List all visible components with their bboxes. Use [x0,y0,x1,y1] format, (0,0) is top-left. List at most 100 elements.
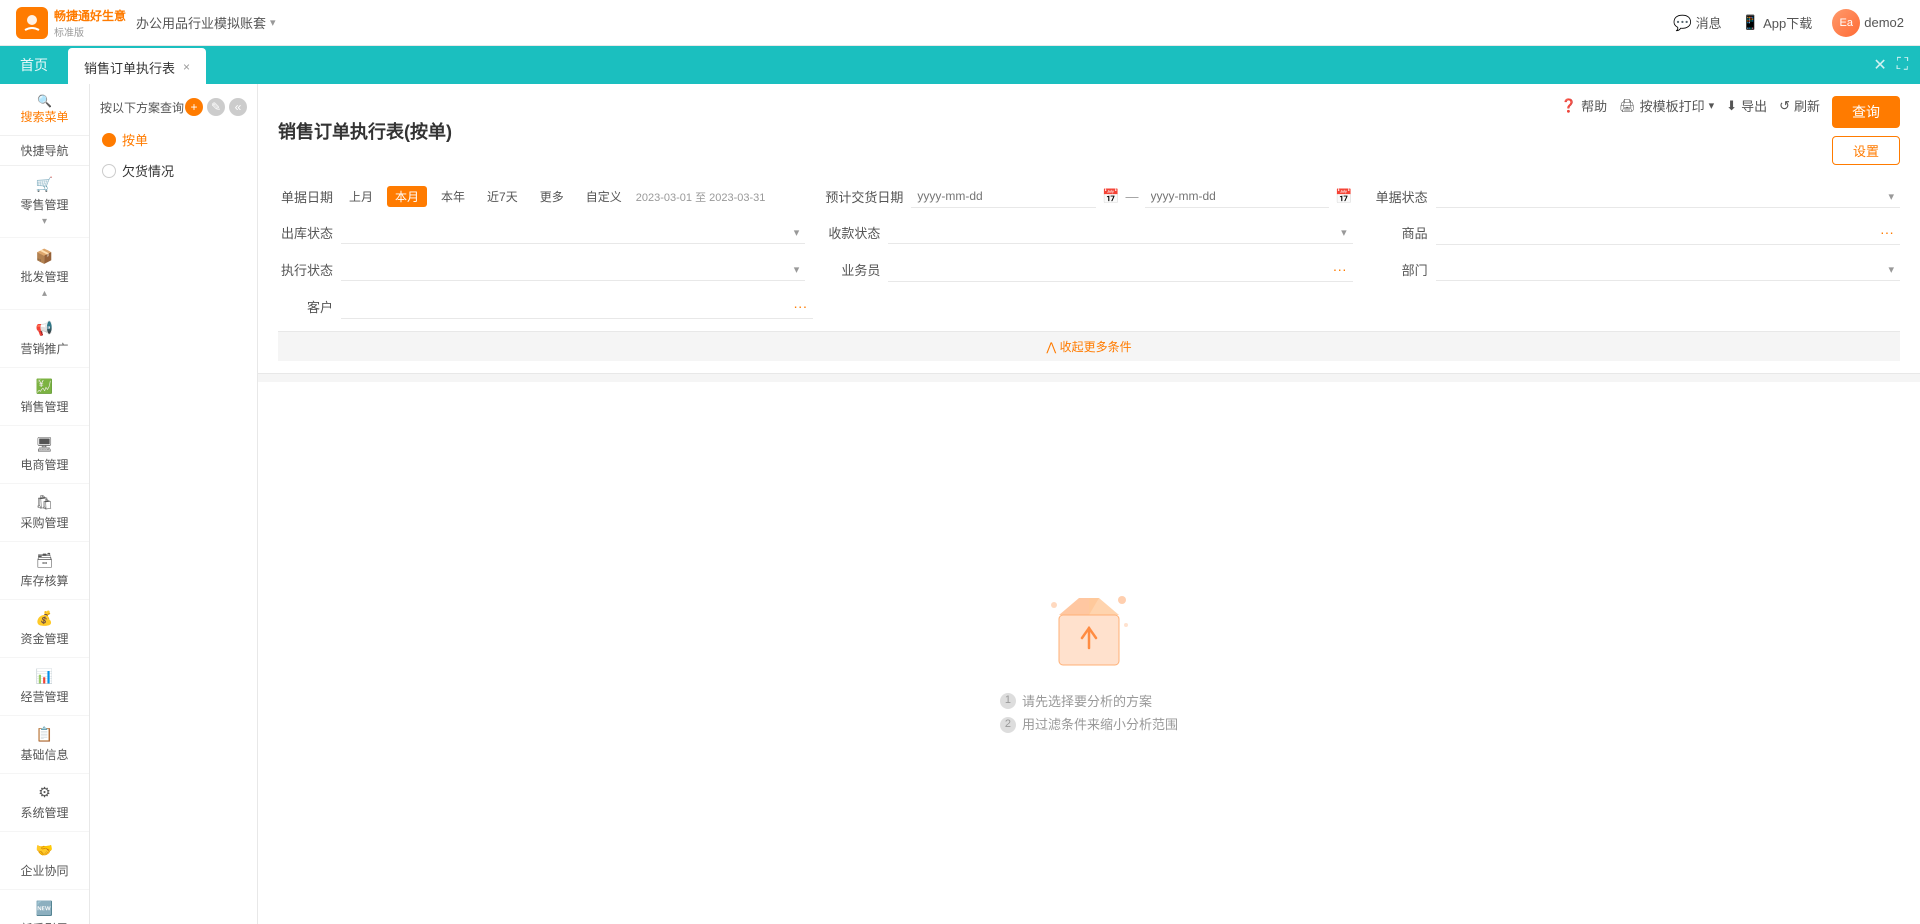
window-close-button[interactable]: ✕ [1873,55,1886,75]
message-icon: 💬 [1673,14,1692,32]
dept-dropdown[interactable]: ▾ [1436,259,1900,281]
status-dropdown[interactable]: ▾ [1436,186,1900,208]
goods-ellipsis-button[interactable]: ··· [1880,224,1894,240]
filter-customer-field: 客户 ··· [278,294,813,319]
date-btn-custom[interactable]: 自定义 [578,186,630,207]
operations-icon: 📊 [36,668,53,685]
query-settings-area: 查询 设置 [1832,96,1900,165]
date-range-text: 2023-03-01 至 2023-03-31 [636,189,766,205]
salesperson-ellipsis-button[interactable]: ··· [1333,261,1347,277]
calendar-end-icon[interactable]: 📅 [1335,188,1352,205]
empty-tip-1: 1 请先选择要分析的方案 [1000,690,1178,713]
add-scheme-button[interactable]: + [185,98,203,116]
app-download-icon: 📱 [1742,14,1759,31]
sidebar-item-finance[interactable]: 💰 资金管理 [0,600,89,658]
title-actions: ❓ 帮助 🖨 按模板打印 ▾ ⬇ 导出 [1561,96,1820,115]
sidebar-item-marketing[interactable]: 📢 营销推广 [0,310,89,368]
salesperson-input[interactable] [894,262,1332,277]
sidebar-item-ecommerce[interactable]: 🖥 电商管理 [0,426,89,484]
tab-sales-order[interactable]: 销售订单执行表 × [68,48,206,86]
sidebar-item-system[interactable]: ⚙ 系统管理 [0,774,89,832]
salesperson-input-area: ··· [888,257,1352,282]
date-btn-this-month[interactable]: 本月 [387,186,427,207]
customer-input[interactable] [347,299,793,314]
status-label: 单据状态 [1373,187,1428,206]
ecommerce-icon: 🖥 [36,436,54,453]
date-btn-7days[interactable]: 近7天 [479,186,526,207]
sidebar-item-retail[interactable]: 🛒 零售管理 ▾ [0,166,89,238]
filter-exec-field: 执行状态 ▾ [278,259,805,281]
export-icon: ⬇ [1726,98,1737,114]
app-download-button[interactable]: 📱 App下载 [1742,13,1813,32]
sidebar-item-wholesale[interactable]: 📦 批发管理 ▴ [0,238,89,310]
exec-chevron-icon: ▾ [794,263,800,276]
goods-input[interactable] [1442,225,1880,240]
refresh-button[interactable]: ↺ 刷新 [1779,96,1820,115]
retail-icon: 🛒 [36,176,53,193]
tab-bar-actions: ✕ ⛶ [1873,55,1920,75]
print-button[interactable]: 🖨 按模板打印 ▾ [1619,96,1714,115]
sidebar-search[interactable]: 🔍 搜索菜单 [0,84,89,136]
date-btn-this-year[interactable]: 本年 [433,186,473,207]
forecast-date-label: 预计交货日期 [825,187,903,206]
sidebar-item-purchase[interactable]: 🛍 采购管理 [0,484,89,542]
settings-button[interactable]: 设置 [1832,136,1900,165]
collapse-panel-button[interactable]: « [229,98,247,116]
exec-dropdown[interactable]: ▾ [341,259,805,281]
logo-text: 畅捷通好生意 标准版 [54,7,126,39]
filter-dept-field: 部门 ▾ [1373,259,1900,281]
exec-label: 执行状态 [278,260,333,279]
sidebar-nav-item[interactable]: 快捷导航 [0,136,89,166]
filter-status-field: 单据状态 ▾ [1373,186,1900,208]
collapse-up-icon: ⋀ [1046,340,1059,354]
sidebar-item-basic-info[interactable]: 📋 基础信息 [0,716,89,774]
empty-content: 1 请先选择要分析的方案 2 用过滤条件来缩小分析范围 [1000,570,1178,737]
filter-delivery-field: 出库状态 ▾ [278,222,805,244]
purchase-icon: 🛍 [36,494,54,511]
forecast-date-start-input[interactable] [911,185,1096,208]
date-btn-more[interactable]: 更多 [532,186,572,207]
main-layout: 🔍 搜索菜单 快捷导航 🛒 零售管理 ▾ 📦 批发管理 ▴ 📢 营销推广 💹 销… [0,84,1920,924]
left-panel: 按以下方案查询 + ✎ « 按单 欠货情况 [90,84,258,924]
edit-scheme-button[interactable]: ✎ [207,98,225,116]
tab-close-icon[interactable]: × [183,60,190,74]
tab-bar: 首页 销售订单执行表 × ✕ ⛶ [0,46,1920,84]
delivery-dropdown[interactable]: ▾ [341,222,805,244]
calendar-start-icon[interactable]: 📅 [1102,188,1119,205]
sidebar-item-operations[interactable]: 📊 经营管理 [0,658,89,716]
message-button[interactable]: 💬 消息 [1673,13,1722,32]
salesperson-label: 业务员 [825,260,880,279]
date-label: 单据日期 [278,187,333,206]
company-arrow-icon: ▾ [270,16,276,29]
print-arrow-icon: ▾ [1709,99,1715,112]
sidebar: 🔍 搜索菜单 快捷导航 🛒 零售管理 ▾ 📦 批发管理 ▴ 📢 营销推广 💹 销… [0,84,90,924]
help-button[interactable]: ❓ 帮助 [1561,96,1607,115]
collapse-bar[interactable]: ⋀ 收起更多条件 [278,331,1900,361]
filter-goods-field: 商品 ··· [1373,220,1900,245]
scheme-item-order[interactable]: 按单 [90,124,257,155]
forecast-date-end-input[interactable] [1145,185,1330,208]
customer-ellipsis-button[interactable]: ··· [793,298,807,314]
export-button[interactable]: ⬇ 导出 [1726,96,1767,115]
sidebar-item-enterprise[interactable]: 🤝 企业协同 [0,832,89,890]
top-header: 畅捷通好生意 标准版 办公用品行业模拟账套 ▾ 💬 消息 📱 App下载 Ea … [0,0,1920,46]
sidebar-item-guide[interactable]: 🆕 新手引导 [0,890,89,924]
payment-dropdown[interactable]: ▾ [888,222,1352,244]
scheme-item-shortage[interactable]: 欠货情况 [90,155,257,186]
user-menu[interactable]: Ea demo2 [1832,9,1904,37]
query-button[interactable]: 查询 [1832,96,1900,128]
enterprise-icon: 🤝 [36,842,53,859]
customer-input-area: ··· [341,294,813,319]
tab-home[interactable]: 首页 [0,46,68,84]
sidebar-item-sales[interactable]: 💹 销售管理 [0,368,89,426]
filter-salesperson-field: 业务员 ··· [825,257,1352,282]
forecast-date-input-area: 📅 — 📅 [911,185,1352,208]
window-expand-button[interactable]: ⛶ [1897,56,1908,74]
empty-state: 1 请先选择要分析的方案 2 用过滤条件来缩小分析范围 [258,382,1920,924]
date-btn-last-month[interactable]: 上月 [341,186,381,207]
company-select[interactable]: 办公用品行业模拟账套 ▾ [136,13,276,32]
sidebar-item-inventory[interactable]: 🗃 库存核算 [0,542,89,600]
inventory-icon: 🗃 [36,552,54,569]
filter-row-1: 单据日期 上月 本月 本年 近7天 更多 自定义 2023-03-01 至 20… [278,185,1900,208]
search-icon: 🔍 [37,94,52,108]
